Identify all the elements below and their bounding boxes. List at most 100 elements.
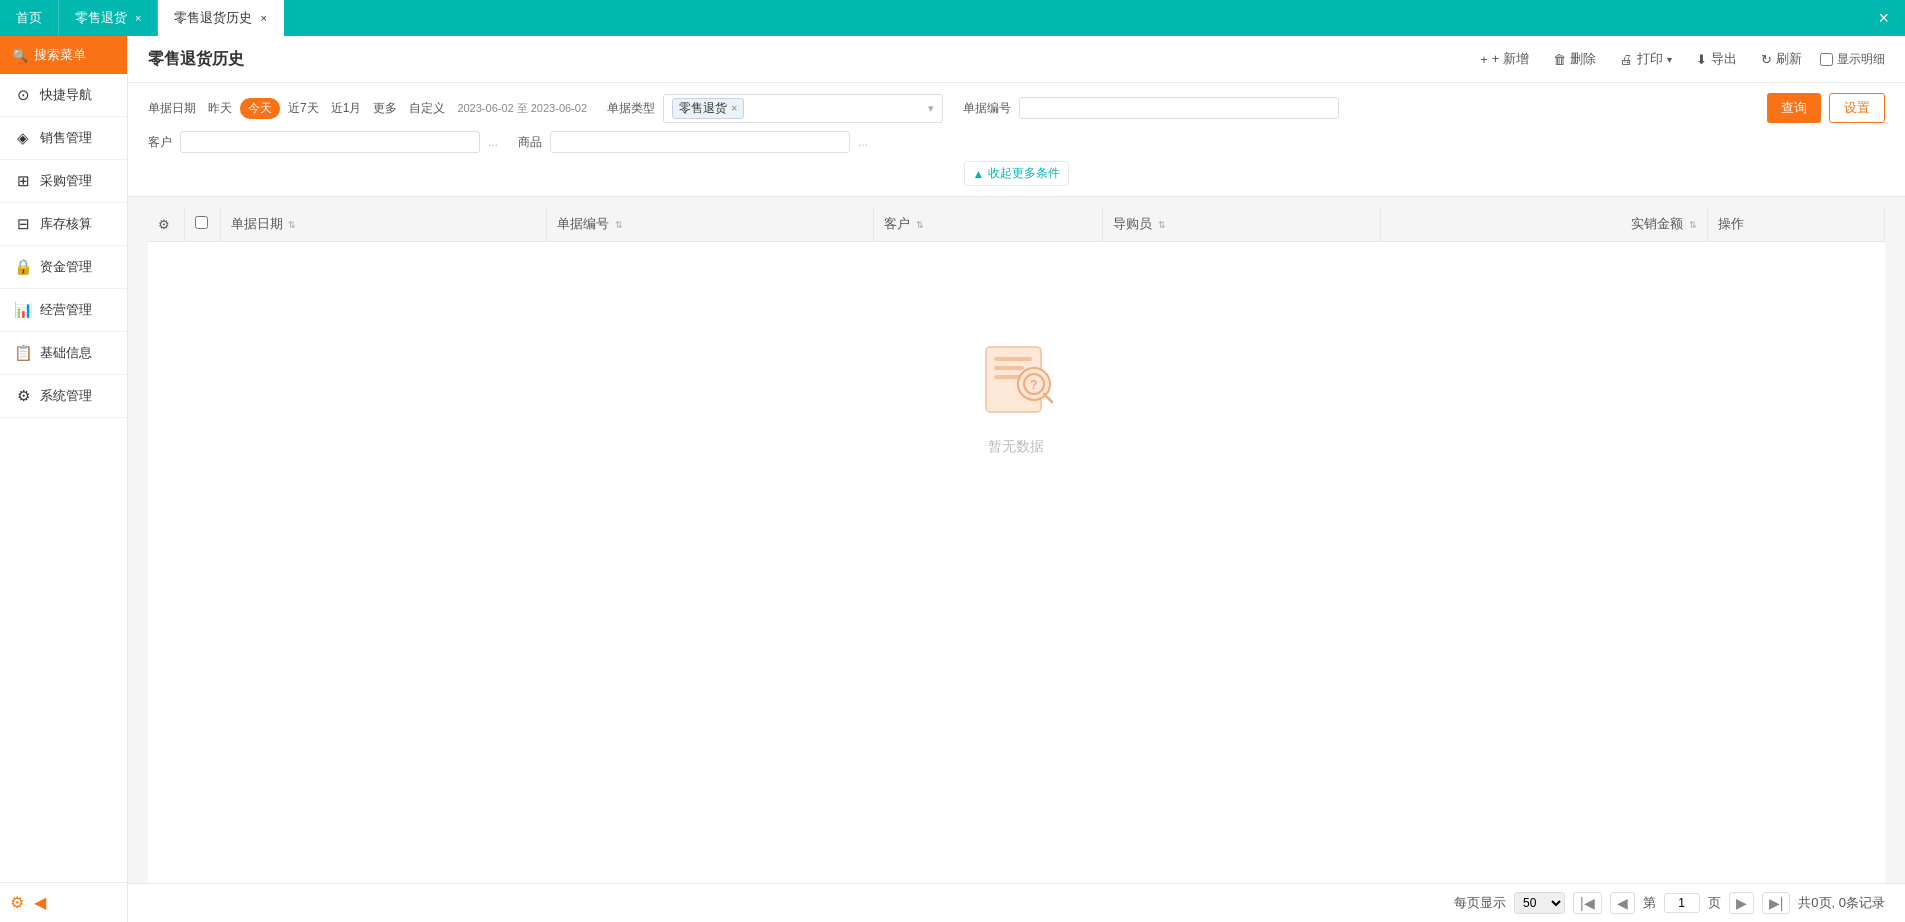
tab-retail-return-history-close[interactable]: × — [260, 12, 266, 24]
system-mgmt-icon: ⚙ — [14, 387, 32, 405]
page-size-select[interactable]: 10 20 50 100 — [1514, 892, 1565, 914]
quick-nav-icon: ⊙ — [14, 86, 32, 104]
delete-label: 删除 — [1570, 50, 1596, 68]
main-layout: 🔍 搜索菜单 ⊙ 快捷导航 ◈ 销售管理 ⊞ 采购管理 ⊟ 库存核算 🔒 资金管… — [0, 36, 1905, 922]
goods-filter-group: 商品 ... — [518, 131, 868, 153]
col-customer-label: 客户 — [884, 216, 910, 231]
empty-text: 暂无数据 — [988, 438, 1044, 456]
collapse-button[interactable]: ▲ 收起更多条件 — [964, 161, 1070, 186]
print-label: 打印 — [1637, 50, 1663, 68]
settings-footer-button[interactable]: ⚙ — [10, 893, 24, 912]
tab-retail-return-label: 零售退货 — [75, 9, 127, 27]
date-btn-yesterday[interactable]: 昨天 — [204, 98, 236, 119]
main-content: 零售退货历史 + + 新增 🗑 删除 🖨 打印 ▾ — [128, 36, 1905, 922]
tab-retail-return[interactable]: 零售退货 × — [59, 0, 158, 36]
filter-actions: 查询 设置 — [1767, 93, 1885, 123]
date-btn-1month[interactable]: 近1月 — [327, 98, 366, 119]
doc-type-label: 单据类型 — [607, 100, 655, 117]
col-guide-label: 导购员 — [1113, 216, 1152, 231]
tab-retail-return-close[interactable]: × — [135, 12, 141, 24]
sidebar-item-quick-nav-label: 快捷导航 — [40, 86, 92, 104]
select-all-checkbox[interactable] — [195, 216, 208, 229]
sidebar-item-sales-mgmt[interactable]: ◈ 销售管理 — [0, 117, 127, 160]
sidebar-item-system-mgmt-label: 系统管理 — [40, 387, 92, 405]
sidebar-item-system-mgmt[interactable]: ⚙ 系统管理 — [0, 375, 127, 418]
print-button[interactable]: 🖨 打印 ▾ — [1614, 46, 1678, 72]
query-label: 查询 — [1781, 99, 1807, 117]
doc-type-tag-close[interactable]: × — [731, 102, 737, 114]
settings-label: 设置 — [1844, 99, 1870, 117]
doc-type-tag-value: 零售退货 — [679, 100, 727, 117]
filter-area: 单据日期 昨天 今天 近7天 近1月 更多 自定义 2023-06-02 至 2… — [128, 83, 1905, 197]
doc-type-filter-group: 单据类型 零售退货 × ▾ — [607, 94, 943, 123]
goods-input[interactable] — [550, 131, 850, 153]
export-button[interactable]: ⬇ 导出 — [1690, 46, 1743, 72]
col-doc-date[interactable]: 单据日期 ⇅ — [220, 207, 547, 242]
pagination-bar: 每页显示 10 20 50 100 |◀ ◀ 第 页 ▶ ▶| 共0页, 0条记… — [128, 883, 1905, 922]
purchase-mgmt-icon: ⊞ — [14, 172, 32, 190]
doc-no-input[interactable] — [1019, 97, 1339, 119]
sidebar-item-inventory[interactable]: ⊟ 库存核算 — [0, 203, 127, 246]
window-close-button[interactable]: × — [1862, 8, 1905, 29]
page-label-prefix: 第 — [1643, 894, 1656, 912]
query-button[interactable]: 查询 — [1767, 93, 1821, 123]
table-header-row: ⚙ 单据日期 ⇅ 单据编号 ⇅ 客户 ⇅ — [148, 207, 1885, 242]
doc-type-select[interactable]: 零售退货 × ▾ — [663, 94, 943, 123]
sidebar-item-quick-nav[interactable]: ⊙ 快捷导航 — [0, 74, 127, 117]
show-detail-checkbox[interactable] — [1820, 53, 1833, 66]
sidebar-item-basic-info[interactable]: 📋 基础信息 — [0, 332, 127, 375]
customer-input[interactable] — [180, 131, 480, 153]
inventory-icon: ⊟ — [14, 215, 32, 233]
collapse-up-icon: ▲ — [973, 167, 985, 181]
add-label: + 新增 — [1492, 50, 1529, 68]
goods-label: 商品 — [518, 134, 542, 151]
col-action-label: 操作 — [1718, 216, 1744, 231]
table-head: ⚙ 单据日期 ⇅ 单据编号 ⇅ 客户 ⇅ — [148, 207, 1885, 242]
col-amount[interactable]: 实销金额 ⇅ — [1380, 207, 1707, 242]
add-button[interactable]: + + 新增 — [1474, 46, 1535, 72]
settings-button[interactable]: 设置 — [1829, 93, 1885, 123]
svg-text:?: ? — [1030, 378, 1037, 392]
date-btn-more[interactable]: 更多 — [369, 98, 401, 119]
tab-retail-return-history[interactable]: 零售退货历史 × — [158, 0, 283, 36]
col-guide[interactable]: 导购员 ⇅ — [1102, 207, 1380, 242]
customer-filter-group: 客户 ... — [148, 131, 498, 153]
page-label-suffix: 页 — [1708, 894, 1721, 912]
date-buttons: 昨天 今天 近7天 近1月 更多 自定义 — [204, 98, 449, 119]
add-icon: + — [1480, 52, 1488, 67]
last-page-button[interactable]: ▶| — [1762, 892, 1791, 914]
export-icon: ⬇ — [1696, 52, 1707, 67]
svg-line-6 — [1044, 394, 1052, 402]
sidebar-item-finance[interactable]: 🔒 资金管理 — [0, 246, 127, 289]
col-doc-date-label: 单据日期 — [231, 216, 283, 231]
sidebar-footer: ⚙ ◀ — [0, 882, 127, 922]
tab-home[interactable]: 首页 — [0, 0, 59, 36]
col-doc-no[interactable]: 单据编号 ⇅ — [547, 207, 874, 242]
col-action: 操作 — [1707, 207, 1884, 242]
date-range-display: 2023-06-02 至 2023-06-02 — [457, 101, 587, 116]
sidebar-item-operations[interactable]: 📊 经营管理 — [0, 289, 127, 332]
date-btn-custom[interactable]: 自定义 — [405, 98, 449, 119]
date-btn-7days[interactable]: 近7天 — [284, 98, 323, 119]
refresh-button[interactable]: ↻ 刷新 — [1755, 46, 1808, 72]
sidebar-item-purchase-mgmt[interactable]: ⊞ 采购管理 — [0, 160, 127, 203]
date-btn-today[interactable]: 今天 — [240, 98, 280, 119]
page-header: 零售退货历史 + + 新增 🗑 删除 🖨 打印 ▾ — [128, 36, 1905, 83]
delete-button[interactable]: 🗑 删除 — [1547, 46, 1602, 72]
col-customer-sort-icon: ⇅ — [916, 220, 924, 230]
refresh-label: 刷新 — [1776, 50, 1802, 68]
page-number-input[interactable] — [1664, 893, 1700, 913]
col-check[interactable] — [184, 207, 220, 242]
prev-page-button[interactable]: ◀ — [1610, 892, 1635, 914]
col-customer[interactable]: 客户 ⇅ — [874, 207, 1103, 242]
tab-home-label: 首页 — [16, 9, 42, 27]
col-doc-no-label: 单据编号 — [557, 216, 609, 231]
toggle-footer-button[interactable]: ◀ — [34, 893, 46, 912]
filter-row-2: 客户 ... 商品 ... — [148, 131, 1885, 153]
sidebar-search[interactable]: 🔍 搜索菜单 — [0, 36, 127, 74]
collapse-label: 收起更多条件 — [988, 165, 1060, 182]
first-page-button[interactable]: |◀ — [1573, 892, 1602, 914]
next-page-button[interactable]: ▶ — [1729, 892, 1754, 914]
col-settings[interactable]: ⚙ — [148, 207, 184, 242]
delete-icon: 🗑 — [1553, 52, 1566, 67]
